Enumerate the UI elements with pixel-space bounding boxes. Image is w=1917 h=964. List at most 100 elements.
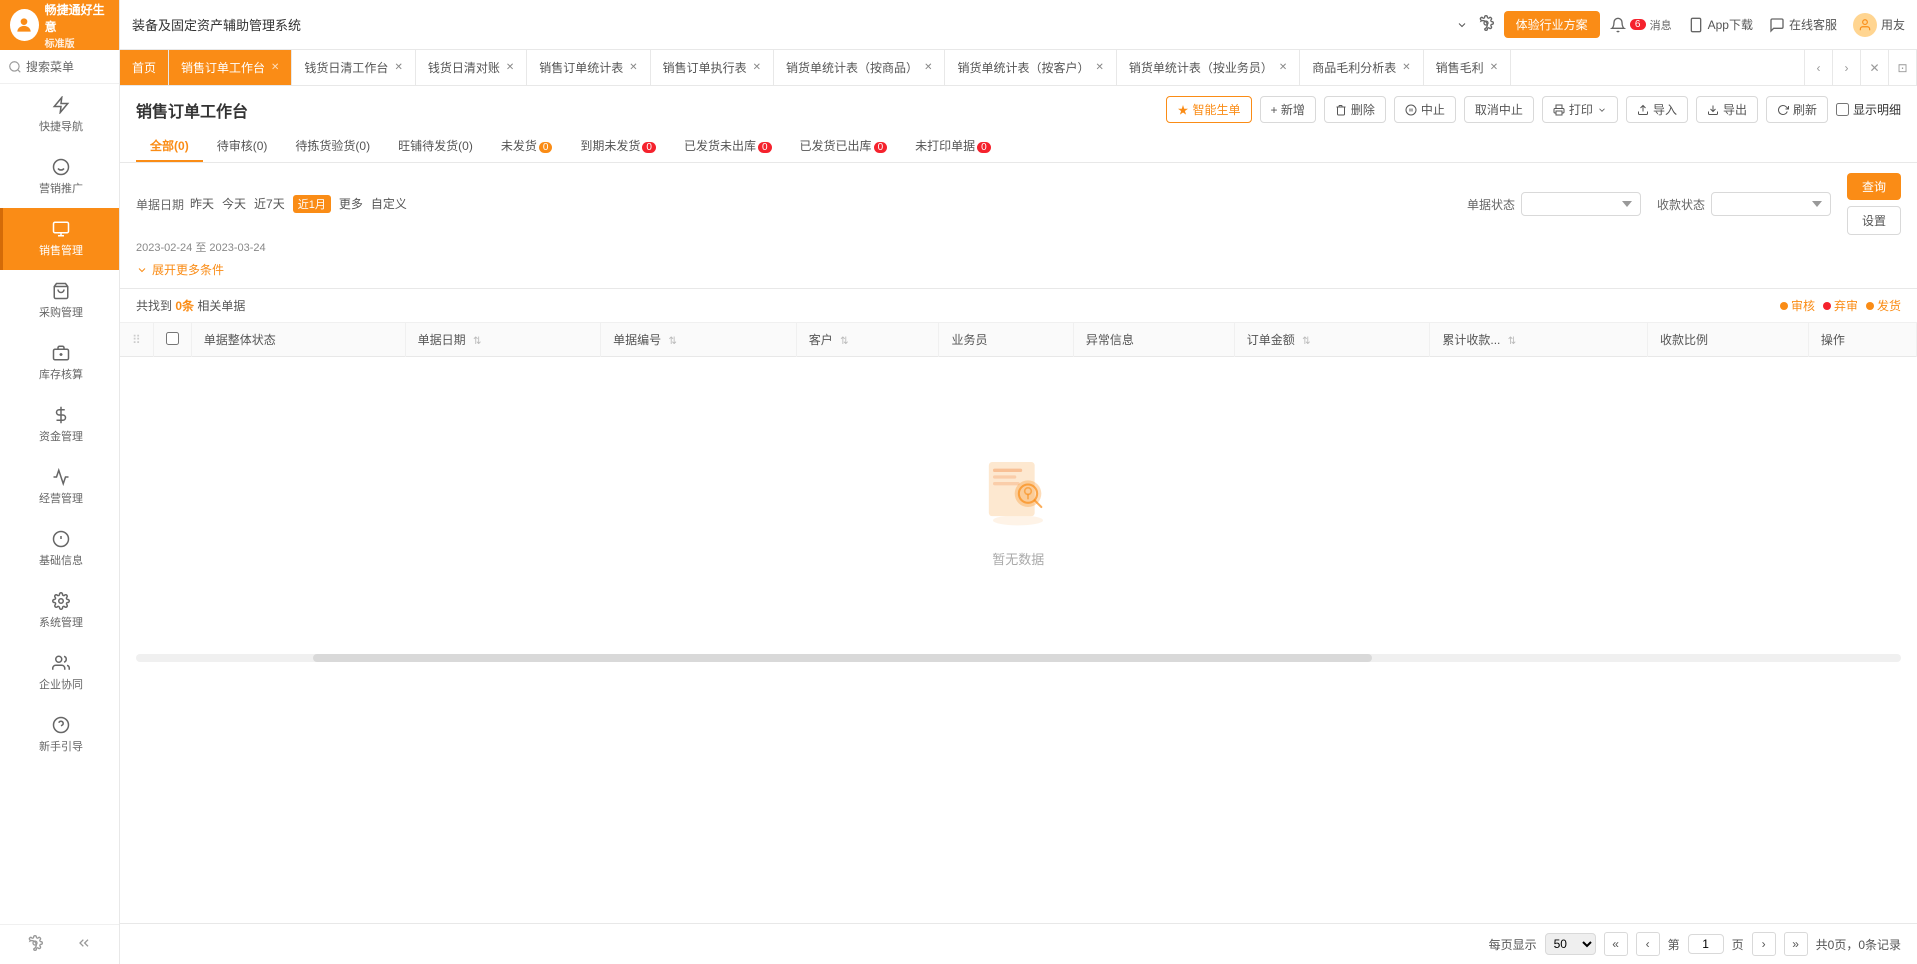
tab-sales-profit-close[interactable]: ✕ bbox=[1490, 62, 1498, 73]
tab-cash-reconcile-close[interactable]: ✕ bbox=[506, 62, 514, 73]
action-cancel-review[interactable]: 弃审 bbox=[1823, 297, 1858, 314]
tab-sales-order-close[interactable]: ✕ bbox=[271, 62, 279, 73]
page-suffix: 页 bbox=[1732, 936, 1744, 953]
sidebar-collapse-icon[interactable] bbox=[76, 935, 92, 954]
sidebar-item-inventory[interactable]: 库存核算 bbox=[0, 332, 119, 394]
topbar-dropdown[interactable] bbox=[1456, 19, 1468, 31]
tab-sales-exec-close[interactable]: ✕ bbox=[753, 62, 761, 73]
filter-payment-select[interactable] bbox=[1711, 192, 1831, 216]
tab-by-product[interactable]: 销货单统计表（按商品） ✕ bbox=[774, 50, 945, 86]
sidebar-item-newbie[interactable]: 新手引导 bbox=[0, 704, 119, 766]
col-collected-sort[interactable]: ⇅ bbox=[1508, 336, 1516, 347]
topbar-settings-icon[interactable] bbox=[1478, 15, 1494, 34]
col-number-label: 单据编号 bbox=[613, 333, 661, 347]
pause-button[interactable]: 中止 bbox=[1394, 96, 1456, 123]
sidebar-item-label: 采购管理 bbox=[39, 304, 83, 320]
topbar-notifications[interactable]: 6 消息 bbox=[1610, 17, 1672, 33]
tab-sales-exec[interactable]: 销售订单执行表 ✕ bbox=[651, 50, 774, 86]
tab-sales-stats[interactable]: 销售订单统计表 ✕ bbox=[527, 50, 650, 86]
col-amount-sort[interactable]: ⇅ bbox=[1302, 336, 1310, 347]
filter-date-7days[interactable]: 近7天 bbox=[254, 195, 285, 213]
sidebar-item-purchase[interactable]: 采购管理 bbox=[0, 270, 119, 332]
tab-sales-profit-label: 销售毛利 bbox=[1436, 59, 1484, 76]
sidebar-item-system[interactable]: 系统管理 bbox=[0, 580, 119, 642]
sub-tab-wangpu[interactable]: 旺铺待发货(0) bbox=[384, 131, 487, 162]
action-ship[interactable]: 发货 bbox=[1866, 297, 1901, 314]
filter-date-custom[interactable]: 自定义 bbox=[371, 195, 407, 213]
sub-tab-all[interactable]: 全部(0) bbox=[136, 131, 203, 162]
select-all-checkbox[interactable] bbox=[166, 332, 179, 345]
cancel-pause-button[interactable]: 取消中止 bbox=[1464, 96, 1534, 123]
tab-cash-reconcile[interactable]: 钱货日清对账 ✕ bbox=[416, 50, 527, 86]
export-button[interactable]: 导出 bbox=[1696, 96, 1758, 123]
horizontal-scrollbar-thumb[interactable] bbox=[313, 654, 1372, 662]
sidebar-item-operations[interactable]: 经营管理 bbox=[0, 456, 119, 518]
col-number-sort[interactable]: ⇅ bbox=[669, 336, 677, 347]
tab-home[interactable]: 首页 bbox=[120, 50, 169, 86]
tab-by-staff-close[interactable]: ✕ bbox=[1279, 62, 1287, 73]
setting-button[interactable]: 设置 bbox=[1847, 206, 1901, 235]
tab-maximize[interactable]: ⊡ bbox=[1889, 50, 1917, 86]
sidebar-settings-icon[interactable] bbox=[27, 935, 43, 954]
tab-cash-daily-close[interactable]: ✕ bbox=[394, 62, 402, 73]
page-title: 销售订单工作台 bbox=[136, 98, 248, 122]
delete-button[interactable]: 删除 bbox=[1324, 96, 1386, 123]
tab-scroll-left[interactable]: ‹ bbox=[1805, 50, 1833, 86]
sidebar-item-enterprise[interactable]: 企业协同 bbox=[0, 642, 119, 704]
sidebar-item-quick-nav[interactable]: 快捷导航 bbox=[0, 84, 119, 146]
show-detail-checkbox[interactable] bbox=[1836, 103, 1849, 116]
sub-tab-shipped-not-out[interactable]: 已发货未出库0 bbox=[670, 131, 786, 162]
tab-by-customer-close[interactable]: ✕ bbox=[1095, 62, 1103, 73]
tab-by-customer[interactable]: 销货单统计表（按客户） ✕ bbox=[945, 50, 1116, 86]
topbar-cta-button[interactable]: 体验行业方案 bbox=[1504, 11, 1600, 38]
sidebar-item-basic-info[interactable]: 基础信息 bbox=[0, 518, 119, 580]
sidebar-item-sales[interactable]: 销售管理 bbox=[0, 208, 119, 270]
sub-tab-shipped-out[interactable]: 已发货已出库0 bbox=[786, 131, 902, 162]
topbar-user[interactable]: 用友 bbox=[1853, 13, 1905, 37]
tab-scroll-right[interactable]: › bbox=[1833, 50, 1861, 86]
filter-date-1month[interactable]: 近1月 bbox=[293, 195, 331, 213]
filter-status-select[interactable] bbox=[1521, 192, 1641, 216]
page-number-input[interactable] bbox=[1688, 934, 1724, 954]
tab-gross-margin[interactable]: 商品毛利分析表 ✕ bbox=[1300, 50, 1423, 86]
sub-tab-overdue[interactable]: 到期未发货0 bbox=[566, 131, 670, 162]
filter-date-yesterday[interactable]: 昨天 bbox=[190, 195, 214, 213]
add-button[interactable]: + 新增 bbox=[1260, 96, 1316, 123]
col-customer-sort[interactable]: ⇅ bbox=[840, 336, 848, 347]
per-page-select[interactable]: 10 20 50 100 bbox=[1545, 933, 1596, 955]
print-button[interactable]: 打印 bbox=[1542, 96, 1618, 123]
sub-tab-pending-inspection[interactable]: 待拣货验货(0) bbox=[281, 131, 384, 162]
col-date-sort[interactable]: ⇅ bbox=[473, 336, 481, 347]
smart-create-button[interactable]: 智能生单 bbox=[1166, 96, 1252, 123]
sidebar-item-marketing[interactable]: 营销推广 bbox=[0, 146, 119, 208]
tab-sales-order[interactable]: 销售订单工作台 ✕ bbox=[169, 50, 292, 86]
tab-by-product-close[interactable]: ✕ bbox=[924, 62, 932, 73]
query-button[interactable]: 查询 bbox=[1847, 173, 1901, 200]
refresh-button[interactable]: 刷新 bbox=[1766, 96, 1828, 123]
next-page-button[interactable]: › bbox=[1752, 932, 1776, 956]
sidebar-search-item[interactable]: 搜索菜单 bbox=[0, 50, 119, 84]
first-page-button[interactable]: « bbox=[1604, 932, 1628, 956]
tab-gross-margin-close[interactable]: ✕ bbox=[1402, 62, 1410, 73]
action-review[interactable]: 审核 bbox=[1780, 297, 1815, 314]
tab-sales-profit[interactable]: 销售毛利 ✕ bbox=[1424, 50, 1511, 86]
topbar-app-download[interactable]: App下载 bbox=[1688, 16, 1753, 33]
tab-cash-daily[interactable]: 钱货日清工作台 ✕ bbox=[292, 50, 415, 86]
filter-date-more[interactable]: 更多 bbox=[339, 195, 363, 213]
sub-tab-not-shipped[interactable]: 未发货0 bbox=[487, 131, 567, 162]
topbar: 装备及固定资产辅助管理系统 体验行业方案 6 消息 App下载 在线客服 bbox=[120, 0, 1917, 50]
show-detail-checkbox-label[interactable]: 显示明细 bbox=[1836, 101, 1901, 118]
import-button[interactable]: 导入 bbox=[1626, 96, 1688, 123]
expand-filter-button[interactable]: 展开更多条件 bbox=[136, 261, 1901, 278]
tab-close-current[interactable]: ✕ bbox=[1861, 50, 1889, 86]
sub-tab-not-printed[interactable]: 未打印单据0 bbox=[901, 131, 1005, 162]
last-page-button[interactable]: » bbox=[1784, 932, 1808, 956]
filter-date-today[interactable]: 今天 bbox=[222, 195, 246, 213]
prev-page-button[interactable]: ‹ bbox=[1636, 932, 1660, 956]
sidebar-item-finance[interactable]: 资金管理 bbox=[0, 394, 119, 456]
tab-by-staff[interactable]: 销货单统计表（按业务员） ✕ bbox=[1117, 50, 1300, 86]
topbar-online-service[interactable]: 在线客服 bbox=[1769, 16, 1837, 33]
horizontal-scrollbar-track[interactable] bbox=[136, 654, 1901, 662]
sub-tab-pending-review[interactable]: 待审核(0) bbox=[203, 131, 282, 162]
tab-sales-stats-close[interactable]: ✕ bbox=[629, 62, 637, 73]
